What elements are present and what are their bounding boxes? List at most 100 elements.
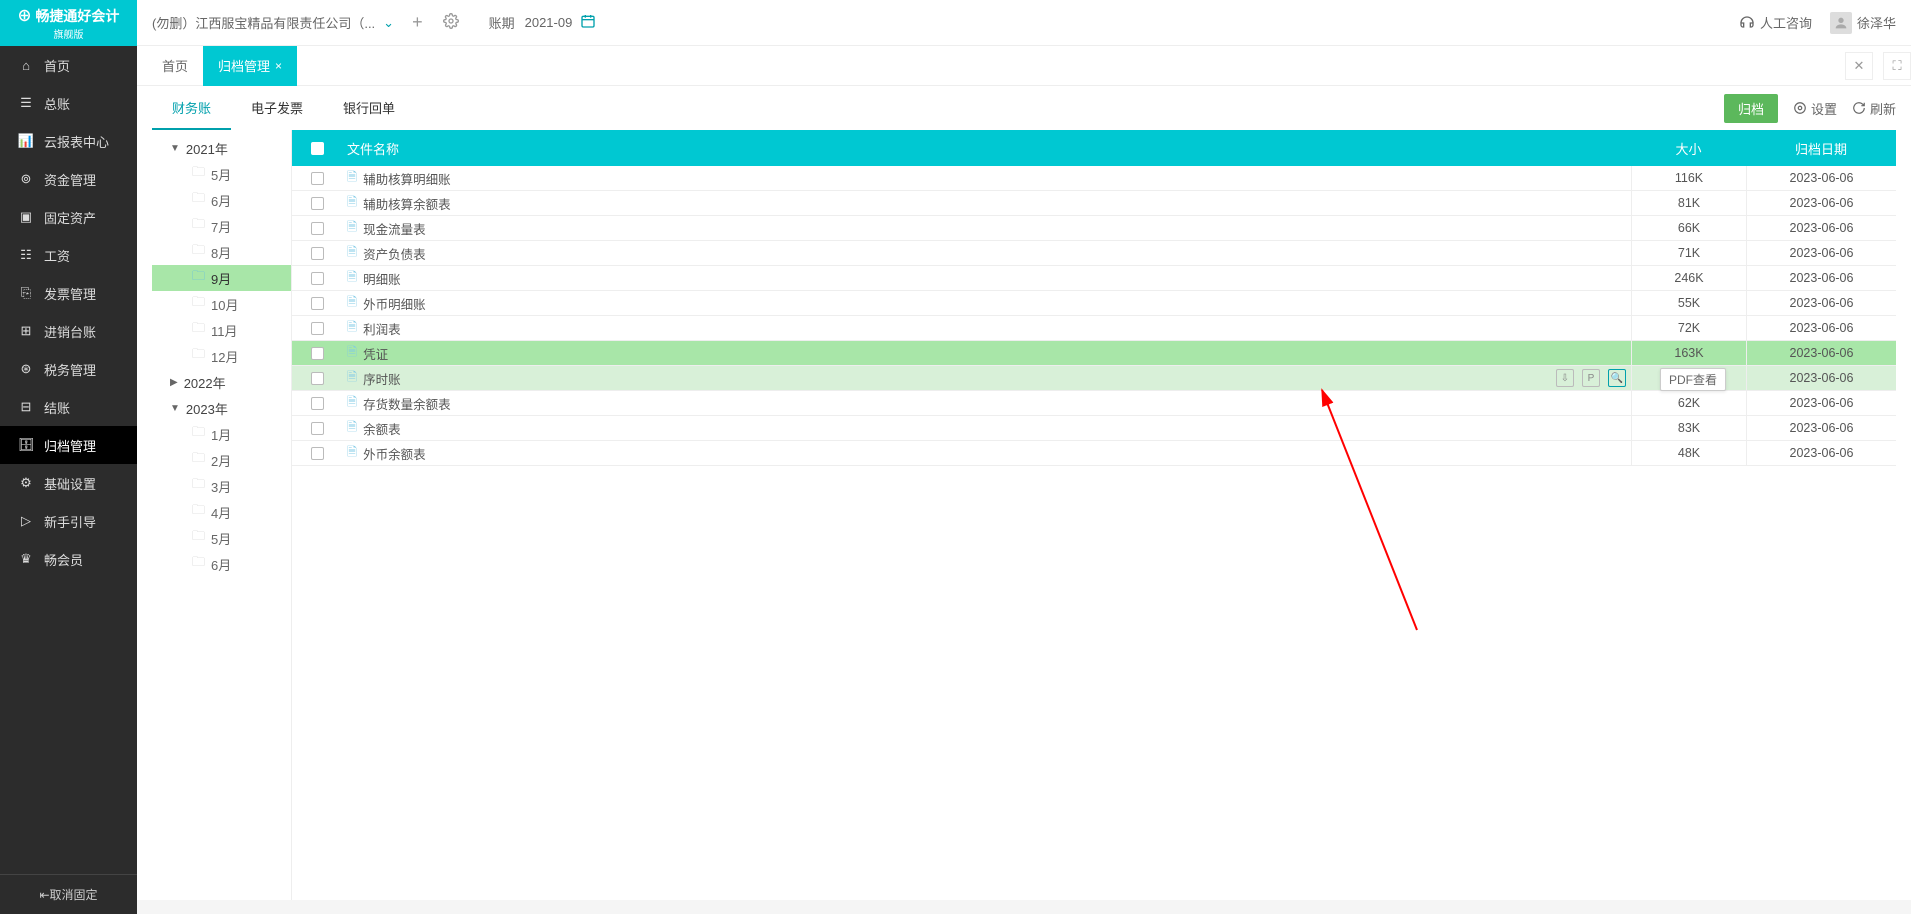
row-checkbox[interactable] [311, 372, 324, 385]
row-checkbox[interactable] [311, 272, 324, 285]
download-icon[interactable]: ⇩ [1556, 369, 1574, 387]
sidebar-item-9[interactable]: ⊟结账 [0, 388, 137, 426]
folder-icon: 🗀 [192, 319, 205, 341]
sidebar-item-10[interactable]: 🗄归档管理 [0, 426, 137, 464]
sidebar-item-5[interactable]: ☷工资 [0, 236, 137, 274]
file-name: 辅助核算余额表 [363, 194, 451, 213]
page-tab-label: 归档管理 [218, 56, 270, 75]
sidebar-item-8[interactable]: ⊛税务管理 [0, 350, 137, 388]
table-row[interactable]: 🗎外币余额表48K2023-06-06 [292, 441, 1896, 466]
sidebar-item-1[interactable]: ☰总账 [0, 84, 137, 122]
page-tab-1[interactable]: 归档管理 × [203, 46, 297, 86]
archive-date: 2023-06-06 [1746, 416, 1896, 440]
table-row[interactable]: 🗎余额表83K2023-06-06 [292, 416, 1896, 441]
sidebar-item-7[interactable]: ⊞进销台账 [0, 312, 137, 350]
tree-month-label: 11月 [211, 321, 238, 340]
close-icon[interactable]: × [275, 59, 282, 73]
tree-month-label: 9月 [211, 269, 231, 288]
consult-button[interactable]: 人工咨询 [1739, 13, 1812, 32]
table-row[interactable]: 🗎存货数量余额表62K2023-06-06 [292, 391, 1896, 416]
gear-icon[interactable] [443, 13, 459, 32]
row-checkbox[interactable] [311, 322, 324, 335]
row-checkbox[interactable] [311, 247, 324, 260]
archive-date: 2023-06-06 [1746, 391, 1896, 415]
fullscreen-button[interactable]: ⛶ [1883, 52, 1911, 80]
table-row[interactable]: 🗎利润表72K2023-06-06 [292, 316, 1896, 341]
table-row[interactable]: 🗎现金流量表66K2023-06-06 [292, 216, 1896, 241]
row-checkbox[interactable] [311, 172, 324, 185]
sidebar-item-4[interactable]: ▣固定资产 [0, 198, 137, 236]
tree-month[interactable]: 🗀10月 [152, 291, 291, 317]
company-dropdown-icon[interactable]: ⌄ [383, 15, 394, 31]
page-tab-0[interactable]: 首页 [147, 46, 203, 86]
user-menu[interactable]: 徐泽华 [1830, 12, 1896, 34]
sub-tab-1[interactable]: 电子发票 [231, 86, 323, 130]
row-checkbox[interactable] [311, 347, 324, 360]
tree-month[interactable]: 🗀8月 [152, 239, 291, 265]
tree-month[interactable]: 🗀6月 [152, 187, 291, 213]
table-row[interactable]: 🗎外币明细账55K2023-06-06 [292, 291, 1896, 316]
tree-month[interactable]: 🗀2月 [152, 447, 291, 473]
row-checkbox[interactable] [311, 397, 324, 410]
file-icon: 🗎 [347, 343, 357, 364]
settings-link[interactable]: 设置 [1793, 99, 1837, 118]
add-icon[interactable]: + [412, 12, 423, 33]
preview-icon[interactable]: 🔍 [1608, 369, 1626, 387]
sidebar-item-12[interactable]: ▷新手引导 [0, 502, 137, 540]
file-size: 163K [1631, 341, 1746, 365]
table-row[interactable]: 🗎凭证163K2023-06-06 [292, 341, 1896, 366]
tree-month[interactable]: 🗀5月 [152, 525, 291, 551]
archive-button[interactable]: 归档 [1724, 94, 1778, 123]
file-name: 序时账 [363, 369, 401, 388]
tree-month[interactable]: 🗀1月 [152, 421, 291, 447]
sub-tab-0[interactable]: 财务账 [152, 86, 231, 130]
row-checkbox[interactable] [311, 447, 324, 460]
table-row[interactable]: 🗎序时账⇩P🔍PDF查看13K2023-06-06 [292, 366, 1896, 391]
tree-month[interactable]: 🗀3月 [152, 473, 291, 499]
close-period-icon: ⊟ [18, 399, 34, 415]
sidebar-item-label: 工资 [44, 246, 70, 265]
horizontal-scrollbar[interactable] [137, 900, 1911, 914]
table-row[interactable]: 🗎明细账246K2023-06-06 [292, 266, 1896, 291]
archive-date: 2023-06-06 [1746, 291, 1896, 315]
row-checkbox[interactable] [311, 422, 324, 435]
select-all-checkbox[interactable] [311, 142, 324, 155]
tree-month[interactable]: 🗀9月 [152, 265, 291, 291]
tree-month[interactable]: 🗀12月 [152, 343, 291, 369]
calendar-icon[interactable] [580, 13, 596, 32]
sidebar-item-3[interactable]: ⊚资金管理 [0, 160, 137, 198]
sidebar-item-0[interactable]: ⌂首页 [0, 46, 137, 84]
file-size: 62K [1631, 391, 1746, 415]
table-row[interactable]: 🗎资产负债表71K2023-06-06 [292, 241, 1896, 266]
row-checkbox[interactable] [311, 222, 324, 235]
table-row[interactable]: 🗎辅助核算明细账116K2023-06-06 [292, 166, 1896, 191]
sidebar-item-label: 畅会员 [44, 550, 83, 569]
tree-year-2[interactable]: ▼2023年 [152, 395, 291, 421]
sidebar-item-11[interactable]: ⚙基础设置 [0, 464, 137, 502]
file-icon: 🗎 [347, 293, 357, 314]
tree-month[interactable]: 🗀7月 [152, 213, 291, 239]
unpin-button[interactable]: ⇤ 取消固定 [0, 874, 137, 914]
tree-month[interactable]: 🗀4月 [152, 499, 291, 525]
sidebar-item-6[interactable]: ⎘发票管理 [0, 274, 137, 312]
sidebar-item-2[interactable]: 📊云报表中心 [0, 122, 137, 160]
chart-icon: 📊 [18, 133, 34, 149]
file-table: 文件名称 大小 归档日期 🗎辅助核算明细账116K2023-06-06🗎辅助核算… [292, 130, 1911, 900]
sidebar-item-13[interactable]: ♛畅会员 [0, 540, 137, 578]
sub-tab-2[interactable]: 银行回单 [323, 86, 415, 130]
pdf-icon[interactable]: P [1582, 369, 1600, 387]
tree-month[interactable]: 🗀5月 [152, 161, 291, 187]
tree-month[interactable]: 🗀 11月 [152, 317, 291, 343]
tree-year-1[interactable]: ▶2022年 [152, 369, 291, 395]
file-name: 明细账 [363, 269, 401, 288]
refresh-link[interactable]: 刷新 [1852, 99, 1896, 118]
year-tree: ▼2021年🗀5月🗀6月🗀7月🗀8月🗀9月🗀10月🗀11月🗀12月▶2022年▼… [152, 130, 292, 900]
close-tab-button[interactable]: ✕ [1845, 52, 1873, 80]
archive-date: 2023-06-06 [1746, 266, 1896, 290]
row-checkbox[interactable] [311, 297, 324, 310]
row-checkbox[interactable] [311, 197, 324, 210]
tree-year-0[interactable]: ▼2021年 [152, 135, 291, 161]
table-row[interactable]: 🗎辅助核算余额表81K2023-06-06 [292, 191, 1896, 216]
tree-month[interactable]: 🗀6月 [152, 551, 291, 577]
archive-date: 2023-06-06 [1746, 366, 1896, 390]
